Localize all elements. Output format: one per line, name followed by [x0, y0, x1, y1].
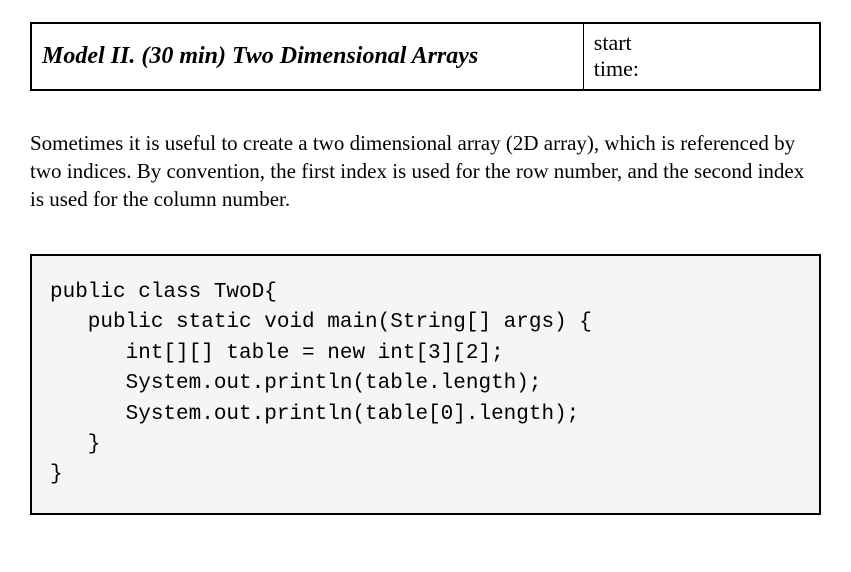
section-title: Model II. (30 min) Two Dimensional Array… — [31, 23, 583, 90]
time-label: time: — [594, 56, 809, 82]
header-table: Model II. (30 min) Two Dimensional Array… — [30, 22, 821, 91]
description-paragraph: Sometimes it is useful to create a two d… — [30, 129, 821, 214]
start-label: start — [594, 30, 809, 56]
time-cell: start time: — [583, 23, 820, 90]
code-block: public class TwoD{ public static void ma… — [30, 254, 821, 515]
